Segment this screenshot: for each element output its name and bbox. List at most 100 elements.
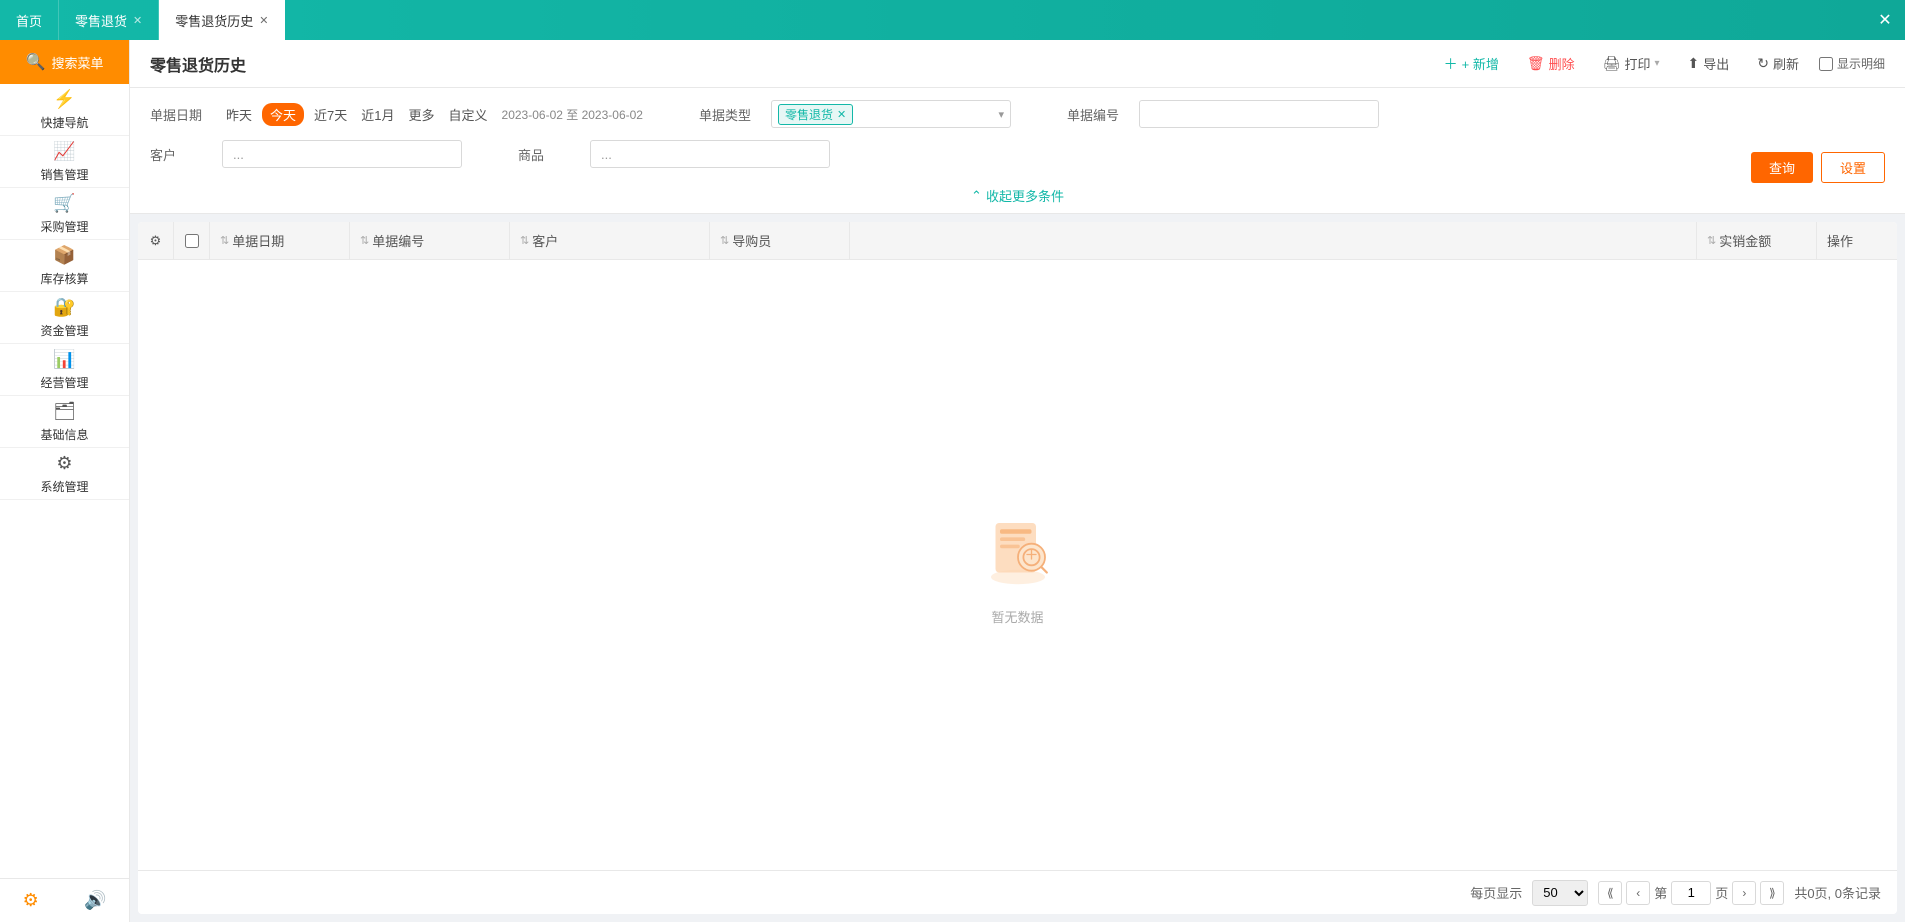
th-settings[interactable]: ⚙ bbox=[138, 222, 174, 259]
shortcut-last7days[interactable]: 近7天 bbox=[310, 103, 351, 126]
sort-icon-amount[interactable]: ⇅ bbox=[1707, 234, 1716, 247]
pagination-bar: 每页显示 10 20 50 100 ⟪ ‹ 第 页 › ⟫ bbox=[138, 870, 1897, 914]
doc-no-input[interactable] bbox=[1139, 100, 1379, 128]
doc-type-select-arrow: ▾ bbox=[998, 108, 1004, 121]
empty-icon bbox=[973, 505, 1063, 595]
first-page-button[interactable]: ⟪ bbox=[1598, 881, 1622, 905]
th-spacer bbox=[850, 222, 1697, 259]
show-detail-checkbox[interactable] bbox=[1819, 57, 1833, 71]
collapse-icon: ⌃ bbox=[971, 188, 982, 204]
sidebar-footer: ⚙ 🔊 bbox=[0, 878, 129, 922]
sidebar-item-label-sales-mgmt: 销售管理 bbox=[40, 166, 88, 183]
export-button[interactable]: ⬆ 导出 bbox=[1679, 50, 1737, 77]
audio-icon[interactable]: 🔊 bbox=[84, 890, 106, 911]
next-page-button[interactable]: › bbox=[1732, 881, 1756, 905]
sales-mgmt-icon: 📈 bbox=[53, 141, 75, 162]
page-size-label: 每页显示 bbox=[1470, 883, 1522, 902]
total-info: 共0页, 0条记录 bbox=[1794, 883, 1881, 902]
sidebar-item-quick-nav[interactable]: ⚡ 快捷导航 bbox=[0, 84, 129, 136]
print-button[interactable]: 🖨 打印 ▾ bbox=[1595, 50, 1668, 77]
sidebar-item-purchase-mgmt[interactable]: 🛒 采购管理 bbox=[0, 188, 129, 240]
shortcut-last1month[interactable]: 近1月 bbox=[357, 103, 398, 126]
sidebar-item-label-purchase-mgmt: 采购管理 bbox=[40, 218, 88, 235]
page-size-select[interactable]: 10 20 50 100 bbox=[1532, 880, 1588, 906]
add-icon: ＋ bbox=[1444, 54, 1458, 74]
customer-dots: ... bbox=[233, 147, 244, 162]
filter-area: 单据日期 昨天 今天 近7天 近1月 更多 自定义 2023-06-02 至 2… bbox=[130, 88, 1905, 214]
table-header: ⚙ ⇅ 单据日期 ⇅ 单据编号 ⇅ 客户 ⇅ 导购员 bbox=[138, 222, 1897, 260]
date-label: 单据日期 bbox=[150, 105, 206, 124]
sidebar-item-inventory[interactable]: 📦 库存核算 bbox=[0, 240, 129, 292]
customer-select[interactable]: ... bbox=[222, 140, 462, 168]
tab-retail-return[interactable]: 零售退货 ✕ bbox=[59, 0, 159, 40]
shortcut-today[interactable]: 今天 bbox=[262, 103, 304, 126]
shortcut-more[interactable]: 更多 bbox=[405, 103, 439, 126]
sidebar-item-operations-mgmt[interactable]: 📊 经营管理 bbox=[0, 344, 129, 396]
sidebar-search-button[interactable]: 🔍 搜索菜单 bbox=[0, 40, 129, 84]
settings-icon[interactable]: ⚙ bbox=[23, 890, 39, 911]
date-shortcuts: 昨天 今天 近7天 近1月 更多 自定义 2023-06-02 至 2023-0… bbox=[222, 103, 643, 126]
sidebar-nav: ⚡ 快捷导航 📈 销售管理 🛒 采购管理 📦 库存核算 🔐 资金管理 📊 bbox=[0, 84, 129, 878]
table-area: 查询 设置 ⚙ ⇅ 单据日期 ⇅ 单据编号 ⇅ 客户 bbox=[138, 222, 1897, 914]
doc-type-label: 单据类型 bbox=[699, 105, 755, 124]
doc-type-select[interactable]: 零售退货 ✕ ▾ bbox=[771, 100, 1011, 128]
date-range: 2023-06-02 至 2023-06-02 bbox=[502, 106, 643, 123]
content-area: 零售退货历史 ＋ + 新增 🗑 删除 🖨 打印 ▾ ⬆ 导出 bbox=[130, 40, 1905, 922]
last-page-button[interactable]: ⟫ bbox=[1760, 881, 1784, 905]
toolbar: ＋ + 新增 🗑 删除 🖨 打印 ▾ ⬆ 导出 ↻ bbox=[1436, 50, 1885, 78]
refresh-button[interactable]: ↻ 刷新 bbox=[1749, 50, 1807, 77]
empty-text: 暂无数据 bbox=[991, 607, 1043, 626]
select-all-checkbox[interactable] bbox=[185, 234, 199, 248]
tab-retail-return-history[interactable]: 零售退货历史 ✕ bbox=[159, 0, 285, 40]
window-close-button[interactable]: ✕ bbox=[1865, 0, 1905, 40]
collapse-more-button[interactable]: ⌃ 收起更多条件 bbox=[150, 180, 1885, 213]
doc-type-tag: 零售退货 ✕ bbox=[778, 104, 853, 125]
page-nav: ⟪ ‹ 第 页 › ⟫ bbox=[1598, 881, 1784, 905]
page-number-input[interactable] bbox=[1671, 881, 1711, 905]
sidebar-item-label-system-mgmt: 系统管理 bbox=[40, 478, 88, 495]
doc-type-tag-close[interactable]: ✕ bbox=[837, 108, 846, 121]
sidebar-item-basic-info[interactable]: 🗂 基础信息 bbox=[0, 396, 129, 448]
sidebar-item-finance-mgmt[interactable]: 🔐 资金管理 bbox=[0, 292, 129, 344]
refresh-icon: ↻ bbox=[1757, 55, 1769, 72]
delete-button[interactable]: 🗑 删除 bbox=[1519, 50, 1583, 77]
empty-state: 暂无数据 bbox=[138, 260, 1897, 870]
show-detail-checkbox-label[interactable]: 显示明细 bbox=[1819, 55, 1885, 72]
sort-icon-date[interactable]: ⇅ bbox=[220, 234, 229, 247]
sidebar-item-system-mgmt[interactable]: ⚙ 系统管理 bbox=[0, 448, 129, 500]
page-info: 第 页 bbox=[1654, 881, 1728, 905]
print-icon: 🖨 bbox=[1603, 55, 1621, 72]
sidebar-item-sales-mgmt[interactable]: 📈 销售管理 bbox=[0, 136, 129, 188]
top-bar: 首页 零售退货 ✕ 零售退货历史 ✕ ✕ bbox=[0, 0, 1905, 40]
delete-icon: 🗑 bbox=[1527, 55, 1545, 72]
main-layout: 🔍 搜索菜单 ⚡ 快捷导航 📈 销售管理 🛒 采购管理 📦 库存核算 🔐 bbox=[0, 40, 1905, 922]
collapse-label: 收起更多条件 bbox=[986, 186, 1064, 205]
tab-home[interactable]: 首页 bbox=[0, 0, 59, 40]
shortcut-yesterday[interactable]: 昨天 bbox=[222, 103, 256, 126]
th-amount: ⇅ 实销金额 bbox=[1697, 222, 1817, 259]
tab-retail-return-close[interactable]: ✕ bbox=[133, 14, 142, 27]
page-header: 零售退货历史 ＋ + 新增 🗑 删除 🖨 打印 ▾ ⬆ 导出 bbox=[130, 40, 1905, 88]
sidebar-search-label: 搜索菜单 bbox=[51, 53, 103, 72]
sort-icon-no[interactable]: ⇅ bbox=[360, 234, 369, 247]
filter-row-1: 单据日期 昨天 今天 近7天 近1月 更多 自定义 2023-06-02 至 2… bbox=[150, 100, 1885, 128]
th-checkbox[interactable] bbox=[174, 222, 210, 259]
sort-icon-guide[interactable]: ⇅ bbox=[720, 234, 729, 247]
th-no: ⇅ 单据编号 bbox=[350, 222, 510, 259]
add-button[interactable]: ＋ + 新增 bbox=[1436, 50, 1507, 78]
th-customer: ⇅ 客户 bbox=[510, 222, 710, 259]
tab-retail-return-history-close[interactable]: ✕ bbox=[259, 14, 268, 27]
goods-select[interactable]: ... bbox=[590, 140, 830, 168]
sort-icon-customer[interactable]: ⇅ bbox=[520, 234, 529, 247]
sidebar: 🔍 搜索菜单 ⚡ 快捷导航 📈 销售管理 🛒 采购管理 📦 库存核算 🔐 bbox=[0, 40, 130, 922]
sidebar-item-label-operations-mgmt: 经营管理 bbox=[40, 374, 88, 391]
filter-row-2: 客户 ... 商品 ... bbox=[150, 140, 1885, 168]
th-action: 操作 bbox=[1817, 222, 1897, 259]
quick-nav-icon: ⚡ bbox=[53, 89, 75, 110]
th-date: ⇅ 单据日期 bbox=[210, 222, 350, 259]
prev-page-button[interactable]: ‹ bbox=[1626, 881, 1650, 905]
shortcut-custom[interactable]: 自定义 bbox=[445, 103, 492, 126]
operations-mgmt-icon: 📊 bbox=[53, 349, 75, 370]
sidebar-item-label-basic-info: 基础信息 bbox=[40, 426, 88, 443]
page-title: 零售退货历史 bbox=[150, 52, 1436, 76]
